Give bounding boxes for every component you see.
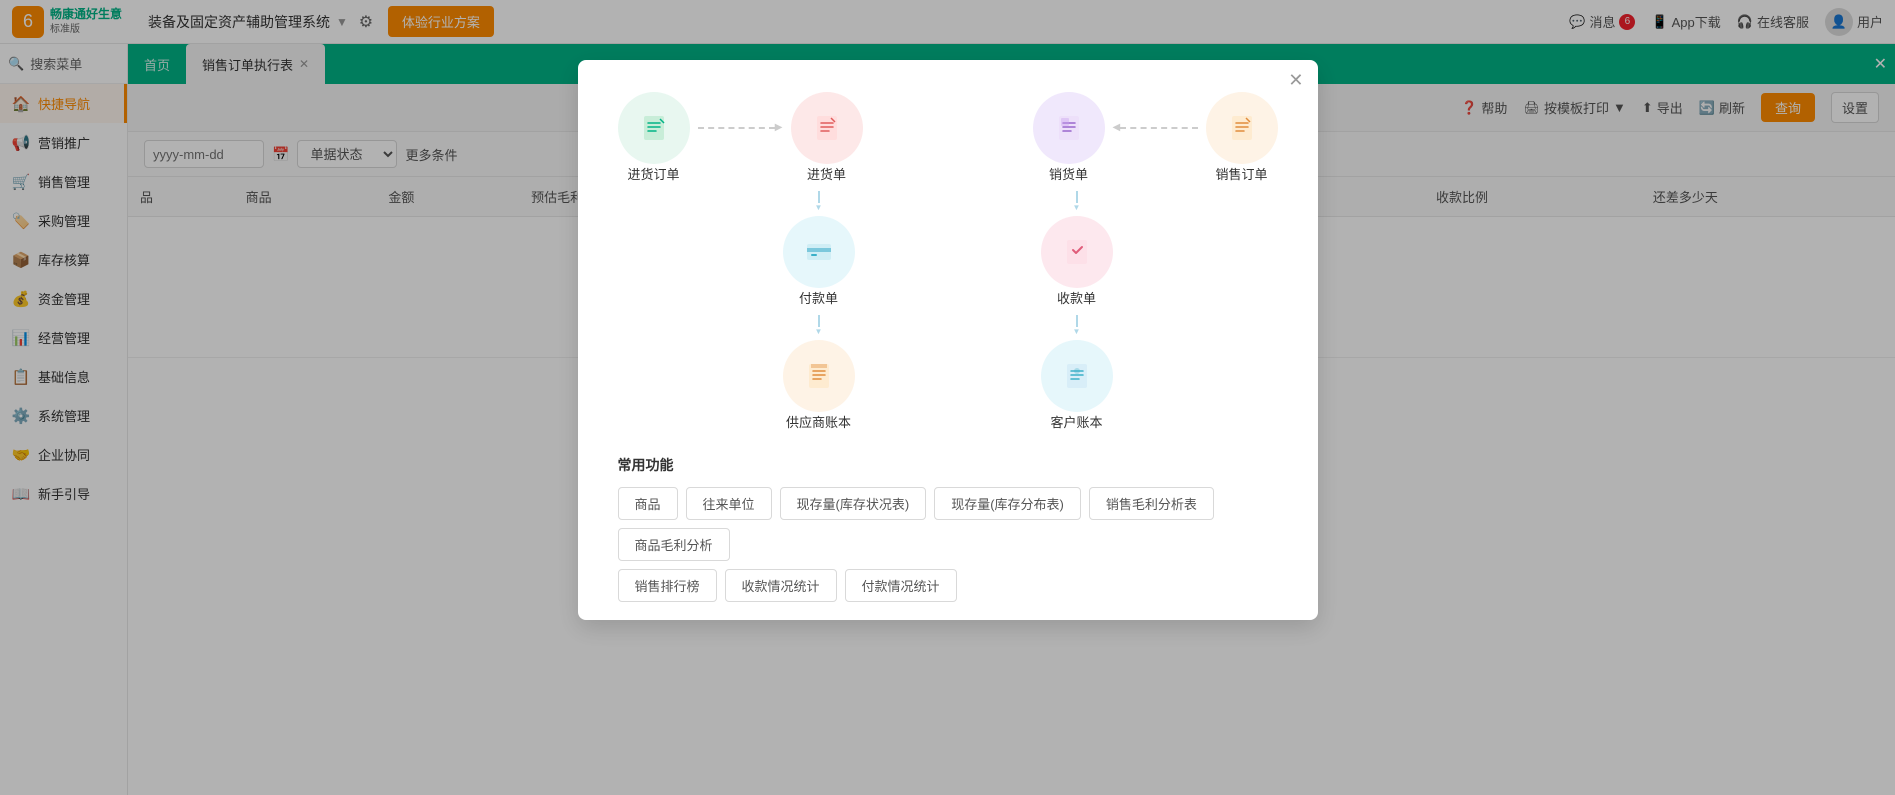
- sales-slip-label: 销货单: [1049, 164, 1088, 183]
- payment-icon: [783, 216, 855, 288]
- sales-order-icon: [1206, 92, 1278, 164]
- common-btn-receipt-stats[interactable]: 收款情况统计: [725, 569, 837, 602]
- common-btns-row2: 销售排行榜 收款情况统计 付款情况统计: [618, 569, 1278, 602]
- supplier-ledger-label: 供应商账本: [786, 412, 851, 431]
- purchase-slip-icon: [791, 92, 863, 164]
- common-btn-sales-rank[interactable]: 销售排行榜: [618, 569, 717, 602]
- common-title: 常用功能: [618, 455, 1278, 475]
- receipt-icon: [1041, 216, 1113, 288]
- customer-ledger-icon: [1041, 340, 1113, 412]
- common-btn-goods[interactable]: 商品: [618, 487, 678, 520]
- common-btn-stock-status[interactable]: 现存量(库存状况表): [780, 487, 927, 520]
- flow-arrows-down-2: ▼ ▼: [618, 315, 1278, 336]
- flow-item-customer-ledger[interactable]: 客户账本: [1041, 340, 1113, 431]
- flow-row-1: 进货订单 ▶ 进货单: [618, 92, 1278, 183]
- arrow-2: ◀: [1105, 122, 1206, 133]
- flow-item-purchase-order[interactable]: 进货订单: [618, 92, 690, 183]
- popup-overlay[interactable]: ✕ 进货订单: [0, 0, 1895, 795]
- popup-close-button[interactable]: ✕: [1288, 70, 1303, 91]
- common-btns-row1: 商品 往来单位 现存量(库存状况表) 现存量(库存分布表) 销售毛利分析表 商品…: [618, 487, 1278, 561]
- receipt-label: 收款单: [1057, 288, 1096, 307]
- flow-item-sales-slip[interactable]: 销货单: [1033, 92, 1105, 183]
- flow-item-purchase-slip[interactable]: 进货单: [791, 92, 863, 183]
- payment-label: 付款单: [799, 288, 838, 307]
- common-btn-payment-stats[interactable]: 付款情况统计: [845, 569, 957, 602]
- flow-item-supplier-ledger[interactable]: 供应商账本: [783, 340, 855, 431]
- flow-item-receipt[interactable]: 收款单: [1041, 216, 1113, 307]
- flow-arrows-down: ▼ ▼: [618, 191, 1278, 212]
- purchase-slip-label: 进货单: [807, 164, 846, 183]
- common-btn-goods-profit[interactable]: 商品毛利分析: [618, 528, 730, 561]
- purchase-order-label: 进货订单: [627, 164, 679, 183]
- common-btn-stock-dist[interactable]: 现存量(库存分布表): [934, 487, 1081, 520]
- common-btn-counterpart[interactable]: 往来单位: [686, 487, 772, 520]
- flow-row-2: 付款单 收款单: [618, 216, 1278, 307]
- common-btn-sales-profit[interactable]: 销售毛利分析表: [1089, 487, 1214, 520]
- flow-item-sales-order[interactable]: 销售订单: [1206, 92, 1278, 183]
- flow-item-payment[interactable]: 付款单: [783, 216, 855, 307]
- supplier-ledger-icon: [783, 340, 855, 412]
- sales-slip-icon: [1033, 92, 1105, 164]
- customer-ledger-label: 客户账本: [1050, 412, 1102, 431]
- flow-popup: ✕ 进货订单: [578, 60, 1318, 620]
- arrow-1: ▶: [690, 122, 791, 133]
- sales-order-label: 销售订单: [1215, 164, 1267, 183]
- common-section: 常用功能 商品 往来单位 现存量(库存状况表) 现存量(库存分布表) 销售毛利分…: [578, 455, 1318, 620]
- flow-section: 进货订单 ▶ 进货单: [578, 60, 1318, 455]
- purchase-order-icon: [618, 92, 690, 164]
- flow-row-3: 供应商账本 客户账本: [618, 340, 1278, 431]
